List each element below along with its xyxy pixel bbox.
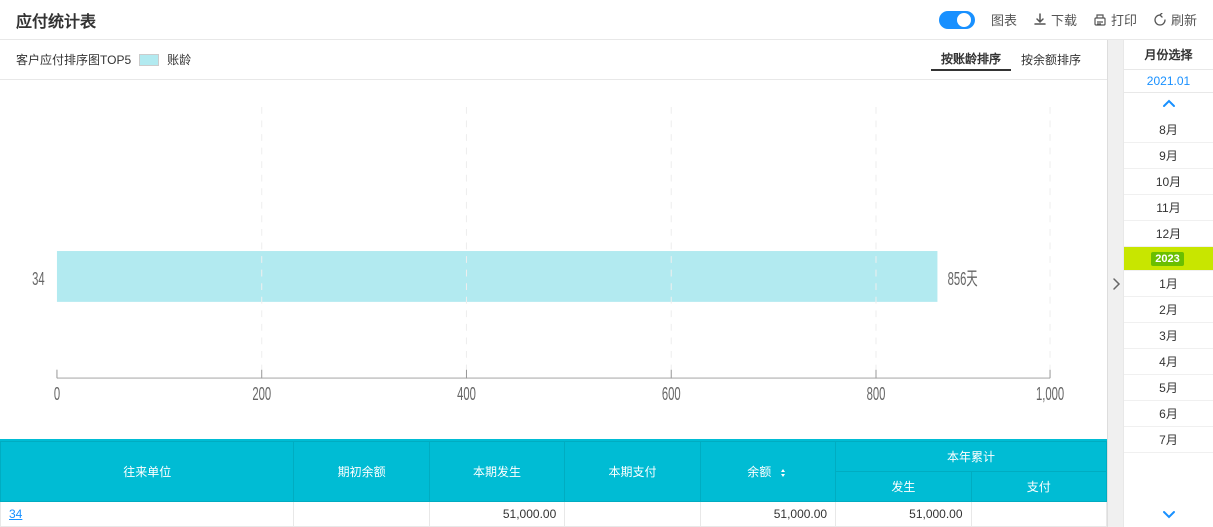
table-section: 往来单位 期初余额 本期发生 本期支付 余额 本年 — [0, 439, 1107, 527]
table-header-row-1: 往来单位 期初余额 本期发生 本期支付 余额 本年 — [1, 442, 1107, 472]
chart-sort-buttons: 按账龄排序 按余额排序 — [931, 48, 1091, 71]
chart-legend: 客户应付排序图TOP5 账龄 — [16, 51, 191, 68]
page-title: 应付统计表 — [16, 8, 96, 32]
print-icon — [1093, 13, 1107, 27]
summary-table: 往来单位 期初余额 本期发生 本期支付 余额 本年 — [0, 441, 1107, 527]
month-item-8[interactable]: 8月 — [1124, 117, 1213, 143]
chart-container: 34 856天 0 200 — [0, 80, 1107, 439]
month-item-1[interactable]: 1月 — [1124, 271, 1213, 297]
th-opening-balance: 期初余额 — [294, 442, 429, 502]
download-icon — [1033, 13, 1047, 27]
svg-text:0: 0 — [54, 384, 60, 405]
cell-year-occurrence: 51,000.00 — [836, 502, 971, 527]
table-body: 34 51,000.00 51,000.00 51,000.00 — [1, 502, 1107, 527]
refresh-icon — [1153, 13, 1167, 27]
cell-balance: 51,000.00 — [700, 502, 835, 527]
sidebar-year-display[interactable]: 2021.01 — [1124, 70, 1213, 93]
cell-year-payment — [971, 502, 1106, 527]
chart-svg: 34 856天 0 200 — [16, 90, 1091, 429]
month-item-7[interactable]: 7月 — [1124, 427, 1213, 453]
chevron-right-icon — [1111, 277, 1121, 291]
month-nav-up[interactable] — [1124, 93, 1213, 117]
sidebar-title: 月份选择 — [1124, 40, 1213, 70]
month-item-5[interactable]: 5月 — [1124, 375, 1213, 401]
month-item-9[interactable]: 9月 — [1124, 143, 1213, 169]
th-balance: 余额 — [700, 442, 835, 502]
svg-text:200: 200 — [252, 384, 271, 405]
chevron-up-icon — [1161, 98, 1177, 110]
month-list: 8月 9月 10月 11月 12月 2023 1月 2月 3月 4月 5月 6月… — [1124, 117, 1213, 503]
month-sidebar: 月份选择 2021.01 8月 9月 10月 11月 12月 2023 — [1123, 40, 1213, 527]
month-nav-down[interactable] — [1124, 503, 1213, 527]
sort-by-balance-button[interactable]: 按账龄排序 — [931, 48, 1011, 71]
cell-opening-balance — [294, 502, 429, 527]
month-item-4[interactable]: 4月 — [1124, 349, 1213, 375]
chart-toggle[interactable] — [939, 11, 975, 29]
sidebar-toggle-arrow[interactable] — [1107, 40, 1123, 527]
th-payment-sub: 支付 — [971, 472, 1106, 502]
cell-current-occurrence: 51,000.00 — [429, 502, 564, 527]
svg-text:34: 34 — [32, 269, 45, 290]
month-item-year-badge[interactable]: 2023 — [1124, 247, 1213, 271]
chevron-down-icon — [1161, 508, 1177, 520]
download-button[interactable]: 下载 — [1033, 10, 1077, 29]
sidebar-month-nav: 8月 9月 10月 11月 12月 2023 1月 2月 3月 4月 5月 6月… — [1124, 93, 1213, 527]
unit-link[interactable]: 34 — [9, 507, 22, 521]
cell-unit: 34 — [1, 502, 294, 527]
toggle-label: 图表 — [991, 10, 1017, 29]
chart-bar — [57, 251, 937, 302]
year-badge: 2023 — [1151, 252, 1183, 266]
month-item-11[interactable]: 11月 — [1124, 195, 1213, 221]
balance-sort-icon — [777, 467, 789, 479]
th-incoming-unit: 往来单位 — [1, 442, 294, 502]
table-row: 34 51,000.00 51,000.00 51,000.00 — [1, 502, 1107, 527]
header-actions: 图表 下载 打印 刷新 — [939, 10, 1197, 29]
svg-text:600: 600 — [662, 384, 681, 405]
month-item-12[interactable]: 12月 — [1124, 221, 1213, 247]
svg-text:856天: 856天 — [948, 269, 978, 290]
table-wrapper: 往来单位 期初余额 本期发生 本期支付 余额 本年 — [0, 441, 1107, 527]
legend-box — [139, 54, 159, 66]
svg-text:800: 800 — [867, 384, 886, 405]
th-current-occurrence: 本期发生 — [429, 442, 564, 502]
svg-text:400: 400 — [457, 384, 476, 405]
month-item-3[interactable]: 3月 — [1124, 323, 1213, 349]
print-button[interactable]: 打印 — [1093, 10, 1137, 29]
month-item-6[interactable]: 6月 — [1124, 401, 1213, 427]
th-current-payment: 本期支付 — [565, 442, 700, 502]
refresh-button[interactable]: 刷新 — [1153, 10, 1197, 29]
svg-text:1,000: 1,000 — [1036, 384, 1064, 405]
cell-current-payment — [565, 502, 700, 527]
chart-header: 客户应付排序图TOP5 账龄 按账龄排序 按余额排序 — [0, 40, 1107, 80]
month-item-2[interactable]: 2月 — [1124, 297, 1213, 323]
th-occurrence-sub: 发生 — [836, 472, 971, 502]
th-current-year-total: 本年累计 — [836, 442, 1107, 472]
sort-by-amount-button[interactable]: 按余额排序 — [1011, 48, 1091, 71]
month-item-10[interactable]: 10月 — [1124, 169, 1213, 195]
